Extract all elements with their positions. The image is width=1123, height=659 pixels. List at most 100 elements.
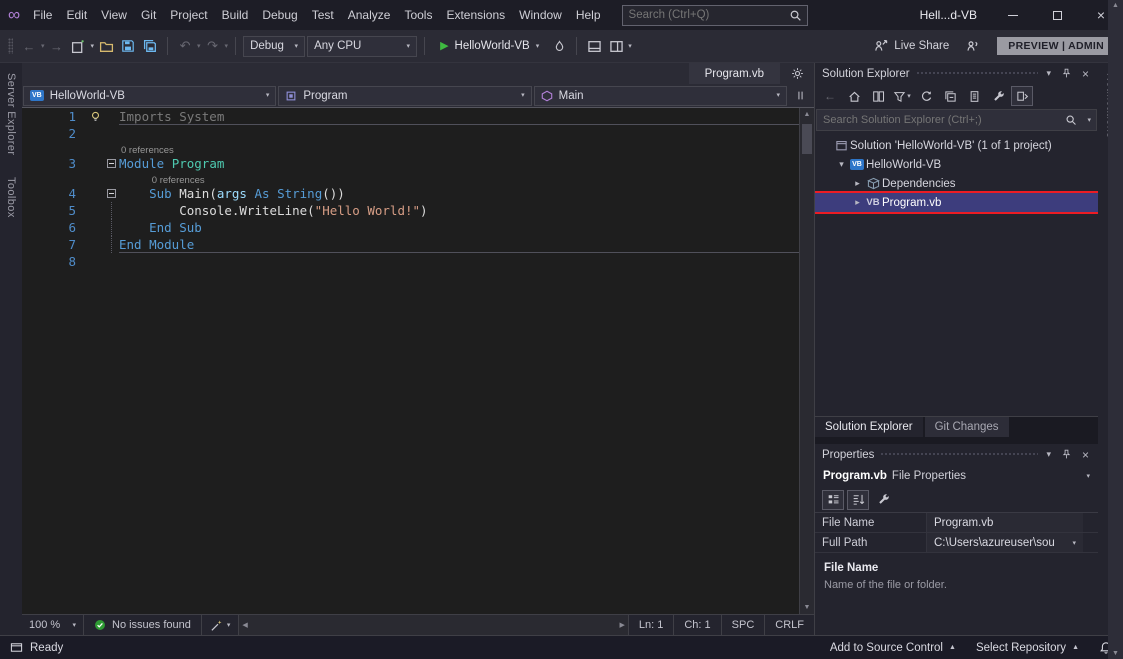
code-line-2[interactable]: 2: [22, 125, 799, 142]
menu-edit[interactable]: Edit: [59, 5, 94, 25]
undo-button[interactable]: ↶: [175, 35, 195, 57]
start-debugging-button[interactable]: ▶ HelloWorld-VB ▾: [432, 35, 547, 57]
show-all-files-button[interactable]: [963, 86, 985, 106]
alphabetical-button[interactable]: [847, 490, 869, 510]
scrollbar-track[interactable]: [800, 121, 814, 601]
solution-configurations-combo[interactable]: Debug ▾: [243, 36, 305, 57]
property-value[interactable]: C:\Users\azureuser\sou▾: [927, 533, 1083, 552]
add-to-source-control-button[interactable]: Add to Source Control ▲: [830, 642, 956, 654]
menu-help[interactable]: Help: [569, 5, 608, 25]
categorized-button[interactable]: [822, 490, 844, 510]
code-editor[interactable]: 1Imports System20 references3Module Prog…: [22, 108, 814, 614]
minimize-button[interactable]: [991, 0, 1035, 30]
scrollbar-thumb[interactable]: [802, 124, 812, 154]
open-file-button[interactable]: [96, 35, 116, 57]
property-pages-button[interactable]: [872, 490, 894, 510]
code-line-6[interactable]: 6 End Sub: [22, 219, 799, 236]
pin-icon[interactable]: [1059, 449, 1074, 460]
window-pane-caret-icon[interactable]: ▾: [628, 43, 632, 50]
navigate-backward-caret-icon[interactable]: ▾: [41, 43, 45, 50]
solution-search-input[interactable]: [817, 114, 1065, 126]
code-line-3[interactable]: 3Module Program: [22, 155, 799, 172]
dropdown-caret-icon[interactable]: ▾: [1068, 539, 1076, 547]
property-row[interactable]: Full PathC:\Users\azureuser\sou▾: [815, 533, 1098, 553]
save-all-button[interactable]: [140, 35, 160, 57]
window-pane-split-button[interactable]: [606, 35, 626, 57]
quick-search[interactable]: [622, 5, 808, 26]
code-line-5[interactable]: 5 Console.WriteLine("Hello World!"): [22, 202, 799, 219]
properties-wrench-button[interactable]: [987, 86, 1009, 106]
server-explorer-tab[interactable]: Server Explorer: [5, 73, 17, 155]
document-tab-program-vb[interactable]: Program.vb: [689, 63, 780, 84]
column-indicator[interactable]: Ch: 1: [674, 615, 721, 635]
properties-scrollbar[interactable]: ▲ ▼: [1108, 0, 1123, 659]
split-window-button[interactable]: [789, 90, 813, 101]
editor-horizontal-scrollbar[interactable]: ◀ ▶: [239, 615, 628, 635]
menu-debug[interactable]: Debug: [255, 5, 304, 25]
scroll-down-icon[interactable]: ▼: [804, 601, 811, 614]
undo-caret-icon[interactable]: ▾: [197, 43, 201, 50]
tree-item[interactable]: Solution 'HelloWorld-VB' (1 of 1 project…: [815, 136, 1098, 155]
tab-solution-explorer[interactable]: Solution Explorer: [815, 417, 923, 437]
scroll-left-icon[interactable]: ◀: [242, 621, 247, 629]
close-panel-icon[interactable]: ×: [1080, 448, 1091, 462]
menu-test[interactable]: Test: [305, 5, 341, 25]
tree-item[interactable]: ▾VBHelloWorld-VB: [815, 155, 1098, 174]
maximize-button[interactable]: [1035, 0, 1079, 30]
line-indicator[interactable]: Ln: 1: [629, 615, 674, 635]
codelens-row[interactable]: 0 references: [22, 142, 799, 155]
zoom-select[interactable]: 100 % ▾: [22, 615, 84, 635]
search-options-caret-icon[interactable]: ▾: [1087, 117, 1091, 124]
menu-file[interactable]: File: [26, 5, 59, 25]
menu-project[interactable]: Project: [163, 5, 214, 25]
menu-analyze[interactable]: Analyze: [341, 5, 398, 25]
pin-icon[interactable]: [1059, 68, 1074, 79]
live-share-button[interactable]: Live Share: [874, 39, 949, 53]
feedback-button[interactable]: [963, 35, 983, 57]
toolbox-tab[interactable]: Toolbox: [5, 177, 17, 218]
refresh-button[interactable]: [915, 86, 937, 106]
scroll-up-icon[interactable]: ▲: [804, 108, 811, 121]
back-button[interactable]: ←: [819, 86, 841, 106]
scroll-down-icon[interactable]: ▼: [1112, 650, 1119, 657]
tab-git-changes[interactable]: Git Changes: [925, 417, 1009, 437]
search-input[interactable]: [623, 9, 789, 21]
sync-with-active-document-button[interactable]: [1011, 86, 1033, 106]
close-panel-icon[interactable]: ×: [1080, 67, 1091, 81]
property-row[interactable]: File NameProgram.vb: [815, 513, 1098, 533]
switch-views-button[interactable]: [867, 86, 889, 106]
project-dropdown[interactable]: VB HelloWorld-VB ▾: [23, 86, 276, 106]
tree-item[interactable]: ▸Dependencies: [815, 174, 1098, 193]
new-project-button[interactable]: [69, 35, 89, 57]
collapse-all-button[interactable]: [939, 86, 961, 106]
expander-open-icon[interactable]: ▾: [835, 159, 848, 170]
property-value[interactable]: Program.vb: [927, 513, 1083, 532]
solution-platforms-combo[interactable]: Any CPU ▾: [307, 36, 417, 57]
menu-window[interactable]: Window: [512, 5, 569, 25]
lightbulb-icon[interactable]: [86, 108, 104, 125]
solution-explorer-search[interactable]: ▾: [816, 109, 1097, 131]
navigate-forward-button[interactable]: →: [47, 35, 67, 57]
spaces-indicator[interactable]: SPC: [722, 615, 766, 635]
tree-item[interactable]: ▸VBProgram.vb: [815, 193, 1098, 212]
menu-view[interactable]: View: [94, 5, 134, 25]
editor-vertical-scrollbar[interactable]: ▲ ▼: [799, 108, 814, 614]
select-repository-button[interactable]: Select Repository ▲: [976, 642, 1079, 654]
expander-closed-icon[interactable]: ▸: [851, 197, 864, 208]
redo-button[interactable]: ↷: [203, 35, 223, 57]
panel-options-caret-icon[interactable]: ▾: [1044, 68, 1053, 79]
panel-options-caret-icon[interactable]: ▾: [1044, 449, 1053, 460]
scroll-up-icon[interactable]: ▲: [1112, 2, 1119, 9]
collapse-region-icon[interactable]: [104, 155, 119, 172]
pending-changes-filter-button[interactable]: ▾: [891, 86, 913, 106]
code-line-1[interactable]: 1Imports System: [22, 108, 799, 125]
codelens-row[interactable]: 0 references: [22, 172, 799, 185]
code-cleanup-button[interactable]: ▾: [202, 615, 240, 635]
code-line-8[interactable]: 8: [22, 253, 799, 270]
visual-studio-logo-icon[interactable]: ∞: [8, 0, 20, 30]
code-line-7[interactable]: 7End Module: [22, 236, 799, 253]
code-line-4[interactable]: 4 Sub Main(args As String()): [22, 185, 799, 202]
menu-tools[interactable]: Tools: [397, 5, 439, 25]
menu-git[interactable]: Git: [134, 5, 163, 25]
save-button[interactable]: [118, 35, 138, 57]
